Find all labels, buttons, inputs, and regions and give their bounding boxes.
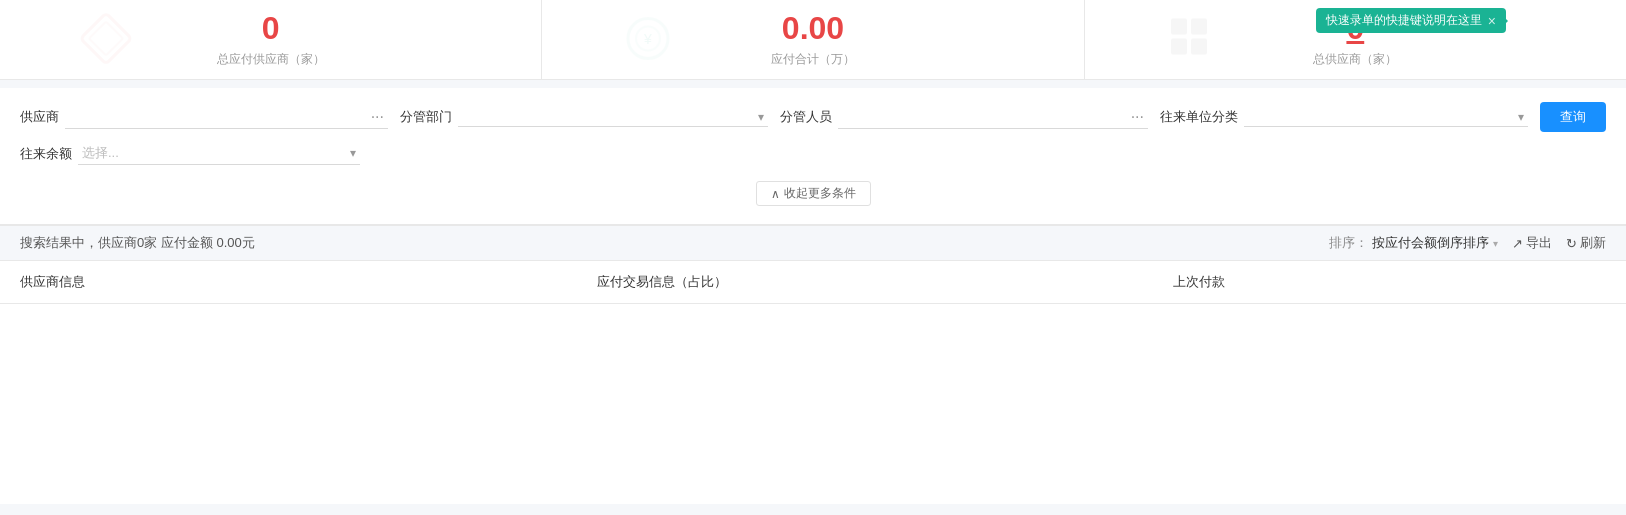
- filter-row-2: 往来余额 选择... ▾: [20, 142, 360, 165]
- col-supplier-header: 供应商信息: [20, 273, 597, 291]
- filter-area: 供应商 ··· 分管部门 ▾ 分管人员 ··· 往来单位分类: [0, 88, 1626, 225]
- tooltip-balloon: 快速录单的快捷键说明在这里 ×: [1316, 8, 1506, 33]
- balance-select-wrap: 选择... ▾: [78, 142, 360, 165]
- person-input[interactable]: [842, 109, 1131, 124]
- col-lastpay-header: 上次付款: [1173, 273, 1606, 291]
- supplier-input-wrap: ···: [65, 106, 388, 129]
- filter-person: 分管人员 ···: [780, 106, 1148, 129]
- supplier-label: 供应商: [20, 108, 59, 126]
- svg-rect-8: [1191, 38, 1207, 54]
- collapse-chevron-icon: ∧: [771, 187, 780, 201]
- person-label: 分管人员: [780, 108, 832, 126]
- svg-rect-7: [1171, 38, 1187, 54]
- tooltip-text: 快速录单的快捷键说明在这里: [1326, 12, 1482, 29]
- stat-payable-suppliers: 0 总应付供应商（家）: [0, 0, 542, 79]
- collapse-bar: ∧ 收起更多条件: [20, 175, 1606, 214]
- svg-text:¥: ¥: [643, 30, 652, 46]
- payable-suppliers-number: 0: [262, 11, 280, 46]
- filter-dept: 分管部门 ▾: [400, 108, 768, 127]
- col-payable-header: 应付交易信息（占比）: [597, 273, 1174, 291]
- export-icon: ↗: [1512, 236, 1523, 251]
- supplier-dots-btn[interactable]: ···: [371, 108, 384, 126]
- coin-icon: ¥: [622, 12, 674, 67]
- balance-label: 往来余额: [20, 145, 72, 163]
- balance-placeholder: 选择...: [82, 144, 350, 162]
- table-header: 供应商信息 应付交易信息（占比） 上次付款: [0, 261, 1626, 304]
- filter-balance: 往来余额 选择... ▾: [20, 142, 360, 165]
- tooltip-close-btn[interactable]: ×: [1488, 13, 1496, 29]
- payable-total-number: 0.00: [782, 11, 844, 46]
- unit-chevron-icon: ▾: [1518, 110, 1524, 124]
- dept-label: 分管部门: [400, 108, 452, 126]
- refresh-label: 刷新: [1580, 234, 1606, 252]
- result-summary: 搜索结果中，供应商0家 应付金额 0.00元: [20, 234, 255, 252]
- table-body: [0, 304, 1626, 504]
- collapse-btn[interactable]: ∧ 收起更多条件: [756, 181, 871, 206]
- filter-unit: 往来单位分类 ▾: [1160, 108, 1528, 127]
- refresh-icon: ↻: [1566, 236, 1577, 251]
- export-label: 导出: [1526, 234, 1552, 252]
- total-suppliers-label: 总供应商（家）: [1313, 51, 1397, 68]
- payable-suppliers-label: 总应付供应商（家）: [217, 51, 325, 68]
- filter-supplier: 供应商 ···: [20, 106, 388, 129]
- dept-select-wrap: ▾: [458, 108, 768, 127]
- export-btn[interactable]: ↗ 导出: [1512, 234, 1552, 252]
- filter-row-1: 供应商 ··· 分管部门 ▾ 分管人员 ··· 往来单位分类: [20, 102, 1606, 132]
- result-actions: 排序： 按应付会额倒序排序 ▾ ↗ 导出 ↻ 刷新: [1329, 234, 1606, 252]
- unit-label: 往来单位分类: [1160, 108, 1238, 126]
- stat-payable-total: ¥ 0.00 应付合计（万）: [542, 0, 1084, 79]
- collapse-label: 收起更多条件: [784, 185, 856, 202]
- payable-total-label: 应付合计（万）: [771, 51, 855, 68]
- stats-bar: 0 总应付供应商（家） ¥ 0.00 应付合计（万） 快速录单的快捷键说明在这里…: [0, 0, 1626, 80]
- unit-select-wrap: ▾: [1244, 108, 1528, 127]
- stat-total-suppliers: 快速录单的快捷键说明在这里 × 0 总供应商（家）: [1085, 0, 1626, 79]
- diamond-icon: [80, 12, 132, 67]
- supplier-input[interactable]: [69, 109, 371, 124]
- person-input-wrap: ···: [838, 106, 1148, 129]
- svg-rect-5: [1171, 18, 1187, 34]
- sort-chevron-icon: ▾: [1493, 238, 1498, 249]
- result-bar: 搜索结果中，供应商0家 应付金额 0.00元 排序： 按应付会额倒序排序 ▾ ↗…: [0, 225, 1626, 261]
- balance-chevron-icon: ▾: [350, 146, 356, 160]
- svg-rect-0: [81, 13, 132, 64]
- sort-value[interactable]: 按应付会额倒序排序: [1372, 234, 1489, 252]
- svg-rect-6: [1191, 18, 1207, 34]
- sort-label: 排序：: [1329, 234, 1368, 252]
- query-button[interactable]: 查询: [1540, 102, 1606, 132]
- grid-icon: [1165, 12, 1217, 67]
- refresh-btn[interactable]: ↻ 刷新: [1566, 234, 1606, 252]
- person-dots-btn[interactable]: ···: [1131, 108, 1144, 126]
- sort-selector: 排序： 按应付会额倒序排序 ▾: [1329, 234, 1498, 252]
- dept-chevron-icon: ▾: [758, 110, 764, 124]
